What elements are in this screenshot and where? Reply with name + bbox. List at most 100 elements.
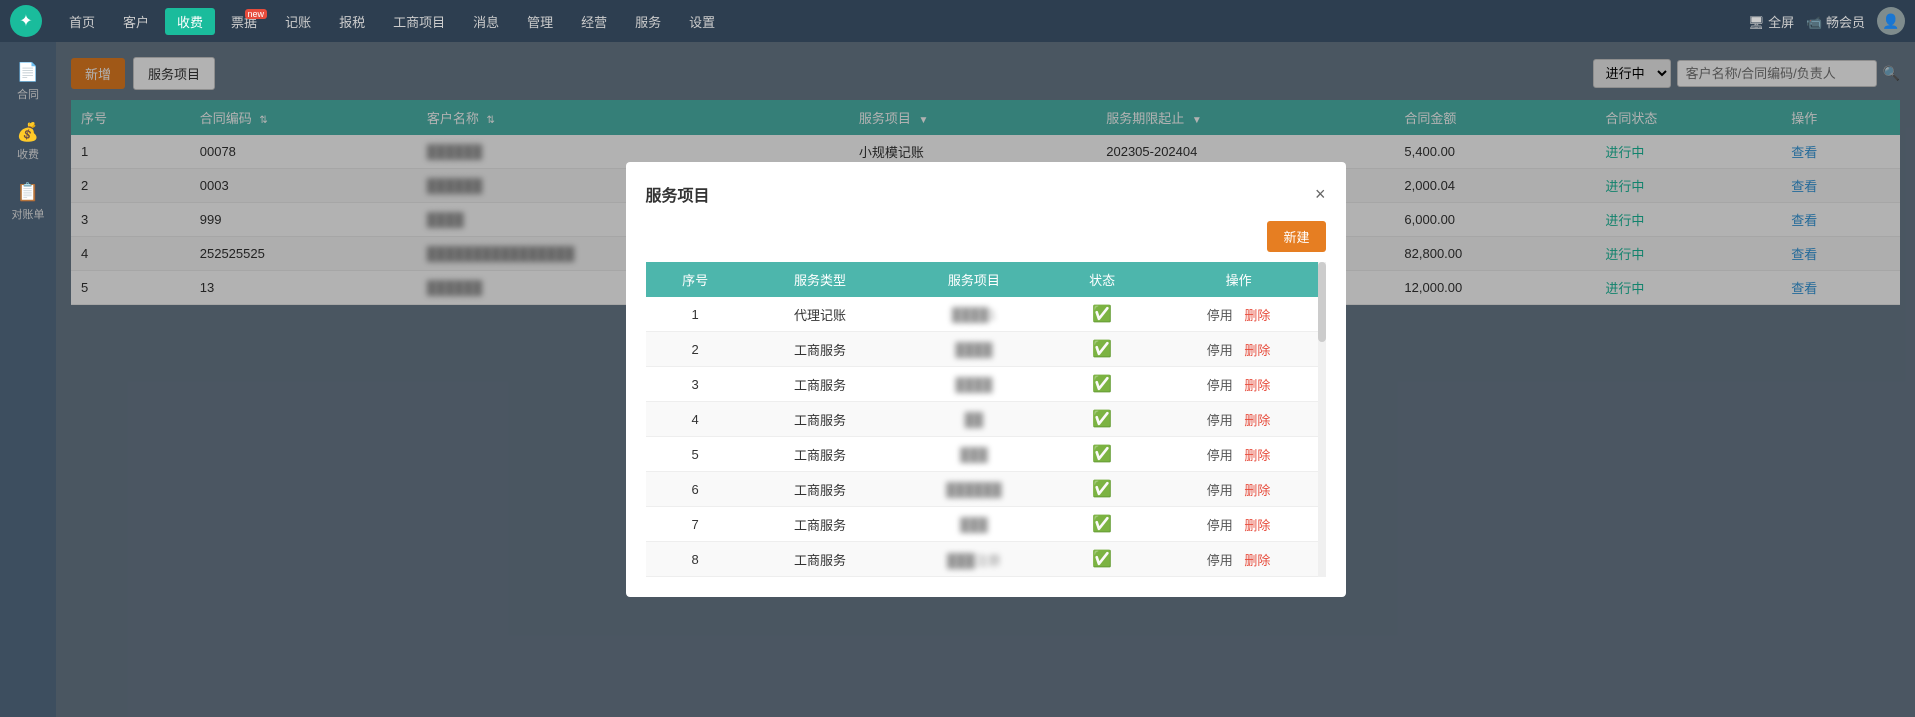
modal-cell-status: ✅ bbox=[1053, 542, 1152, 577]
modal-cell-status: ✅ bbox=[1053, 472, 1152, 507]
nav-item-客户[interactable]: 客户 bbox=[111, 8, 161, 35]
modal-cell-seq: 3 bbox=[646, 367, 745, 402]
modal-cell-item: ████ bbox=[895, 332, 1052, 367]
modal-cell-actions: 停用 删除 bbox=[1152, 437, 1326, 472]
modal-cell-item: ███注册 bbox=[895, 542, 1052, 577]
content-area: 新增 服务项目 进行中 全部 已完成 已取消 🔍 序号 合同编码 ⇅ 客户名称 … bbox=[56, 42, 1915, 717]
stop-button[interactable]: 停用 bbox=[1207, 553, 1233, 568]
modal-cell-type: 代理记账 bbox=[745, 297, 896, 332]
delete-button[interactable]: 删除 bbox=[1244, 518, 1270, 533]
nav-item-收费[interactable]: 收费 bbox=[165, 8, 215, 35]
modal-cell-type: 工商服务 bbox=[745, 507, 896, 542]
stop-button[interactable]: 停用 bbox=[1207, 518, 1233, 533]
delete-button[interactable]: 删除 bbox=[1244, 448, 1270, 463]
delete-button[interactable]: 删除 bbox=[1244, 343, 1270, 358]
modal-cell-type: 工商服务 bbox=[745, 402, 896, 437]
modal-cell-seq: 4 bbox=[646, 402, 745, 437]
modal-cell-item: ███ bbox=[895, 507, 1052, 542]
modal-table-row: 6 工商服务 ██████ ✅ 停用 删除 bbox=[646, 472, 1326, 507]
stop-button[interactable]: 停用 bbox=[1207, 483, 1233, 498]
modal-cell-item: ██ bbox=[895, 402, 1052, 437]
modal-cell-seq: 6 bbox=[646, 472, 745, 507]
delete-button[interactable]: 删除 bbox=[1244, 413, 1270, 428]
modal-cell-status: ✅ bbox=[1053, 332, 1152, 367]
modal-cell-item: ██████ bbox=[895, 472, 1052, 507]
modal-table-row: 4 工商服务 ██ ✅ 停用 删除 bbox=[646, 402, 1326, 437]
scrollbar-track bbox=[1318, 262, 1326, 577]
modal-cell-seq: 8 bbox=[646, 542, 745, 577]
stop-button[interactable]: 停用 bbox=[1207, 448, 1233, 463]
sidebar-item-收费[interactable]: 💰收费 bbox=[0, 112, 56, 172]
nav-item-经营[interactable]: 经营 bbox=[569, 8, 619, 35]
modal-cell-actions: 停用 删除 bbox=[1152, 507, 1326, 542]
modal-cell-actions: 停用 删除 bbox=[1152, 297, 1326, 332]
nav-items: 首页客户收费票据new记账报税工商项目消息管理经营服务设置 bbox=[57, 8, 1748, 35]
main-layout: 📄合同💰收费📋对账单 新增 服务项目 进行中 全部 已完成 已取消 🔍 bbox=[0, 42, 1915, 717]
modal-toolbar: 新建 bbox=[646, 221, 1326, 252]
delete-button[interactable]: 删除 bbox=[1244, 378, 1270, 393]
modal-cell-actions: 停用 删除 bbox=[1152, 542, 1326, 577]
nav-item-消息[interactable]: 消息 bbox=[461, 8, 511, 35]
stop-button[interactable]: 停用 bbox=[1207, 343, 1233, 358]
modal-cell-status: ✅ bbox=[1053, 507, 1152, 542]
modal-col-item: 服务项目 bbox=[895, 262, 1052, 297]
nav-item-票据[interactable]: 票据new bbox=[219, 8, 269, 35]
nav-item-设置[interactable]: 设置 bbox=[677, 8, 727, 35]
modal-overlay: 服务项目 × 新建 序号 服务类型 服务项目 状态 bbox=[56, 42, 1915, 717]
modal-title: 服务项目 bbox=[646, 182, 710, 206]
modal-table-row: 7 工商服务 ███ ✅ 停用 删除 bbox=[646, 507, 1326, 542]
modal-table-row: 8 工商服务 ███注册 ✅ 停用 删除 bbox=[646, 542, 1326, 577]
modal-cell-type: 工商服务 bbox=[745, 542, 896, 577]
modal-scroll-area[interactable]: 序号 服务类型 服务项目 状态 操作 1 代理记账 ████1 ✅ 停用 删除 bbox=[646, 262, 1326, 577]
modal-close-button[interactable]: × bbox=[1315, 184, 1326, 205]
modal-cell-seq: 2 bbox=[646, 332, 745, 367]
nav-item-工商项目[interactable]: 工商项目 bbox=[381, 8, 457, 35]
sidebar-item-对账单[interactable]: 📋对账单 bbox=[0, 172, 56, 232]
app-logo: ✦ bbox=[10, 5, 42, 37]
modal-cell-seq: 5 bbox=[646, 437, 745, 472]
modal-cell-item: ████1 bbox=[895, 297, 1052, 332]
nav-item-报税[interactable]: 报税 bbox=[327, 8, 377, 35]
modal-cell-type: 工商服务 bbox=[745, 437, 896, 472]
fullscreen-icon[interactable]: 🖥 全屏 bbox=[1748, 12, 1794, 31]
modal-cell-actions: 停用 删除 bbox=[1152, 472, 1326, 507]
modal-col-type: 服务类型 bbox=[745, 262, 896, 297]
modal-header: 服务项目 × bbox=[646, 182, 1326, 206]
modal-table-header: 序号 服务类型 服务项目 状态 操作 bbox=[646, 262, 1326, 297]
modal-table-row: 1 代理记账 ████1 ✅ 停用 删除 bbox=[646, 297, 1326, 332]
modal-col-status: 状态 bbox=[1053, 262, 1152, 297]
modal-cell-type: 工商服务 bbox=[745, 367, 896, 402]
avatar[interactable]: 👤 bbox=[1877, 7, 1905, 35]
delete-button[interactable]: 删除 bbox=[1244, 308, 1270, 323]
modal-new-button[interactable]: 新建 bbox=[1267, 221, 1325, 252]
scrollbar-thumb[interactable] bbox=[1318, 262, 1326, 342]
nav-item-首页[interactable]: 首页 bbox=[57, 8, 107, 35]
nav-item-记账[interactable]: 记账 bbox=[273, 8, 323, 35]
delete-button[interactable]: 删除 bbox=[1244, 553, 1270, 568]
modal-cell-actions: 停用 删除 bbox=[1152, 367, 1326, 402]
sidebar-icon: 📋 bbox=[17, 182, 39, 203]
member-icon[interactable]: 📹 畅会员 bbox=[1806, 12, 1865, 31]
modal-table-body: 1 代理记账 ████1 ✅ 停用 删除 2 工商服务 ████ ✅ 停用 删除… bbox=[646, 297, 1326, 577]
stop-button[interactable]: 停用 bbox=[1207, 378, 1233, 393]
modal-dialog: 服务项目 × 新建 序号 服务类型 服务项目 状态 bbox=[626, 162, 1346, 597]
top-navigation: ✦ 首页客户收费票据new记账报税工商项目消息管理经营服务设置 🖥 全屏 📹 畅… bbox=[0, 0, 1915, 42]
modal-cell-actions: 停用 删除 bbox=[1152, 402, 1326, 437]
sidebar-item-合同[interactable]: 📄合同 bbox=[0, 52, 56, 112]
modal-col-seq: 序号 bbox=[646, 262, 745, 297]
modal-cell-seq: 7 bbox=[646, 507, 745, 542]
stop-button[interactable]: 停用 bbox=[1207, 308, 1233, 323]
modal-table-row: 5 工商服务 ███ ✅ 停用 删除 bbox=[646, 437, 1326, 472]
nav-item-管理[interactable]: 管理 bbox=[515, 8, 565, 35]
modal-cell-status: ✅ bbox=[1053, 297, 1152, 332]
modal-col-action: 操作 bbox=[1152, 262, 1326, 297]
modal-table-row: 3 工商服务 ████ ✅ 停用 删除 bbox=[646, 367, 1326, 402]
modal-cell-type: 工商服务 bbox=[745, 332, 896, 367]
modal-cell-status: ✅ bbox=[1053, 367, 1152, 402]
stop-button[interactable]: 停用 bbox=[1207, 413, 1233, 428]
nav-item-服务[interactable]: 服务 bbox=[623, 8, 673, 35]
modal-cell-item: ████ bbox=[895, 367, 1052, 402]
sidebar-icon: 💰 bbox=[17, 122, 39, 143]
delete-button[interactable]: 删除 bbox=[1244, 483, 1270, 498]
modal-cell-seq: 1 bbox=[646, 297, 745, 332]
